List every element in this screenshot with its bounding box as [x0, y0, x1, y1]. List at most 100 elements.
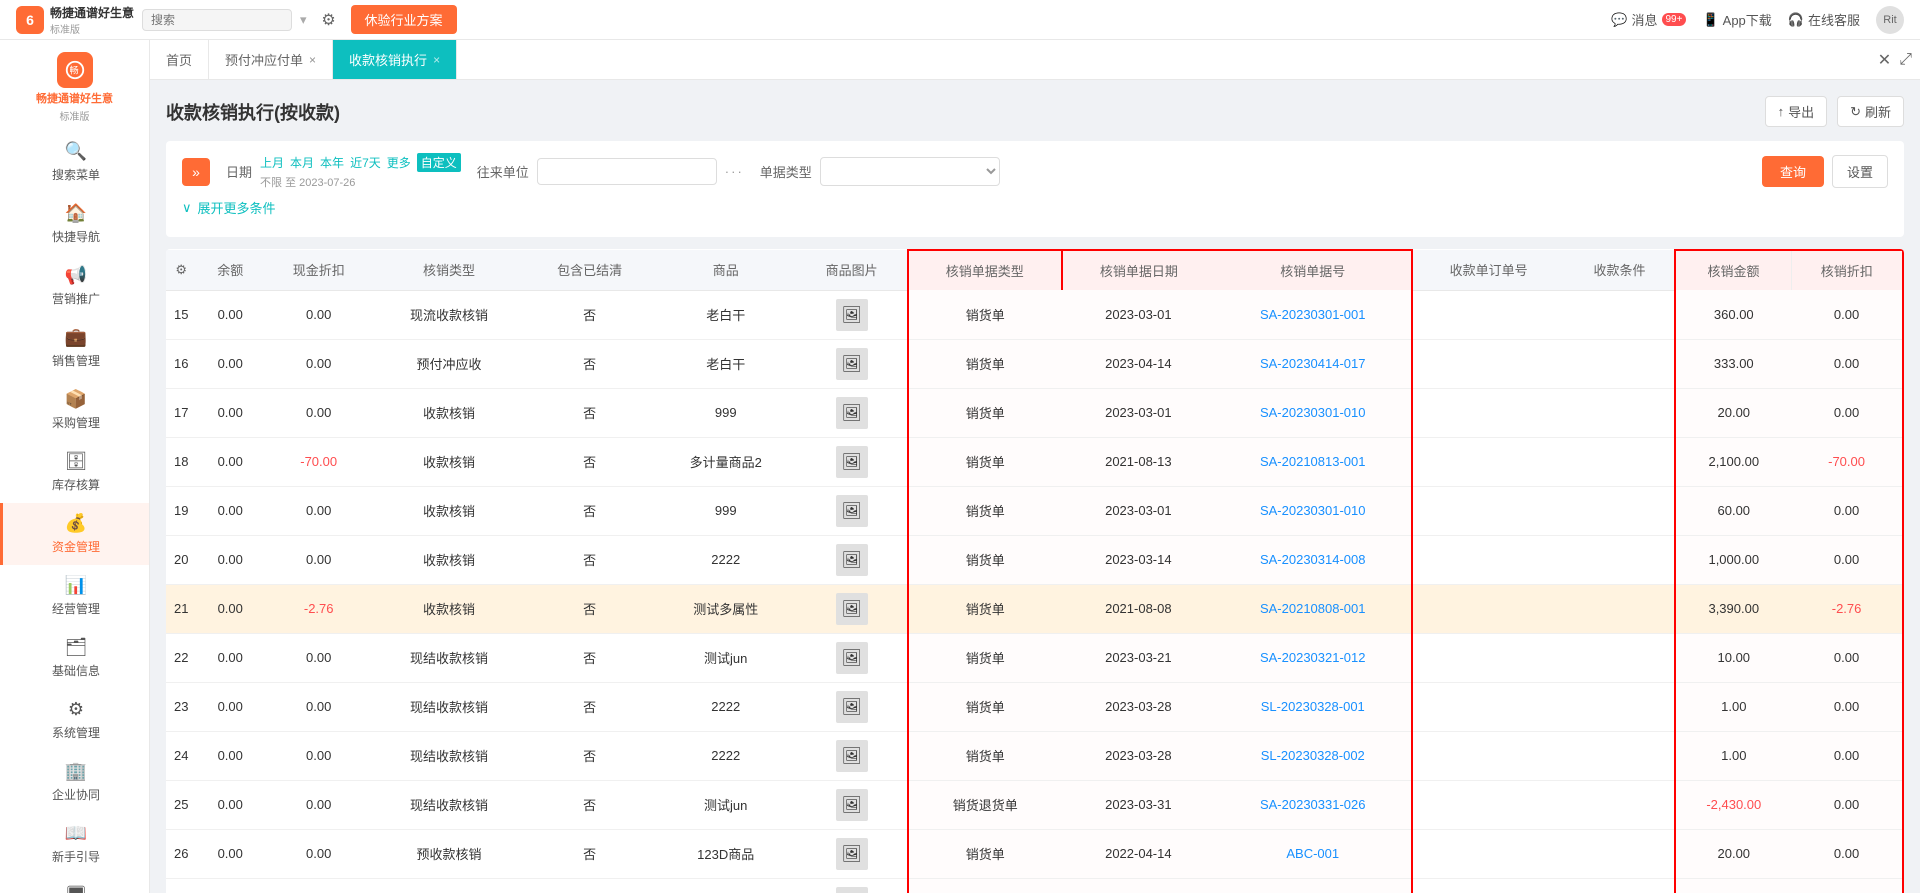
solution-button[interactable]: 休验行业方案 — [351, 5, 457, 34]
doc-no-link[interactable]: SA-20230301-001 — [1260, 307, 1366, 322]
doc-type-cell: 销货单 — [908, 682, 1062, 731]
sidebar-item-hardware[interactable]: 🖥 智能硬件 — [0, 875, 149, 893]
doc-no-link[interactable]: SL-20230328-001 — [1261, 699, 1365, 714]
tab-close-button[interactable]: ✕ — [1878, 50, 1891, 70]
svg-text:畅: 畅 — [69, 65, 78, 76]
date-more[interactable]: 更多 — [387, 154, 411, 171]
brand-icon: 6 — [16, 6, 44, 34]
page-header: 收款核销执行(按收款) ↑ 导出 ↻ 刷新 — [166, 96, 1904, 127]
doc-date-cell: 2023-03-21 — [1062, 633, 1215, 682]
doc-no-link[interactable]: SA-20230301-010 — [1260, 405, 1366, 420]
doc-no-cell[interactable]: SA-20230414-017 — [1215, 339, 1412, 388]
date-custom[interactable]: 自定义 — [417, 153, 461, 172]
table-row: 270.000.00现结收款核销否衣服00001🖼销货单2023-04-08SL… — [166, 878, 1903, 893]
tab-prepay[interactable]: 预付冲应付单 × — [209, 40, 333, 79]
doc-date-cell: 2021-08-08 — [1062, 584, 1215, 633]
doc-no-link[interactable]: SA-20230301-010 — [1260, 503, 1366, 518]
sidebar-item-guide[interactable]: 📖 新手引导 — [0, 813, 149, 875]
source-filter-group: 往来单位 ··· — [477, 158, 744, 185]
doc-no-cell[interactable]: SL-20230328-002 — [1215, 731, 1412, 780]
date-7days[interactable]: 近7天 — [350, 154, 381, 171]
source-input[interactable] — [537, 158, 717, 185]
query-button[interactable]: 查询 — [1762, 156, 1824, 187]
date-this-month[interactable]: 本月 — [290, 154, 314, 171]
doc-type-cell: 销货单 — [908, 829, 1062, 878]
doc-no-link[interactable]: SL-20230328-002 — [1261, 748, 1365, 763]
sidebar-item-system[interactable]: ⚙ 系统管理 — [0, 689, 149, 751]
tab-home[interactable]: 首页 — [150, 40, 209, 79]
product-image-cell: 🖼 — [797, 633, 908, 682]
doc-no-link[interactable]: SA-20230321-012 — [1260, 650, 1366, 665]
doc-no-cell[interactable]: SA-20230301-001 — [1215, 290, 1412, 339]
doc-no-cell[interactable]: SL-20230408-001 — [1215, 878, 1412, 893]
sidebar-item-quicknav[interactable]: 🏠 快捷导航 — [0, 193, 149, 255]
filter-row: » 日期 上月 本月 本年 近7天 更多 自定义 — [182, 153, 1888, 190]
doc-no-link[interactable]: SA-20210813-001 — [1260, 454, 1366, 469]
product-image-cell: 🖼 — [797, 437, 908, 486]
date-last-month[interactable]: 上月 — [260, 154, 284, 171]
doc-no-link[interactable]: ABC-001 — [1286, 846, 1339, 861]
tab-receipt-close[interactable]: × — [433, 53, 440, 67]
sidebar-item-search[interactable]: 🔍 搜索菜单 — [0, 131, 149, 193]
date-this-year[interactable]: 本年 — [320, 154, 344, 171]
doc-no-cell[interactable]: SA-20230331-026 — [1215, 780, 1412, 829]
doc-date-cell: 2023-03-01 — [1062, 486, 1215, 535]
doc-no-link[interactable]: SA-20210808-001 — [1260, 601, 1366, 616]
amount-cell: -2,430.00 — [1675, 780, 1791, 829]
top-bar: 6 畅捷通谱好生意 标准版 ▾ ⚙ 休验行业方案 💬 消息 99+ 📱 App下… — [0, 0, 1920, 40]
tab-expand-button[interactable]: ⤢ — [1899, 51, 1912, 69]
doc-no-cell[interactable]: SA-20230301-010 — [1215, 388, 1412, 437]
doc-date-cell: 2023-03-01 — [1062, 290, 1215, 339]
refresh-button[interactable]: ↻ 刷新 — [1837, 96, 1904, 127]
online-service-action[interactable]: 🎧 在线客服 — [1788, 10, 1860, 29]
app-download-action[interactable]: 📱 App下载 — [1702, 10, 1771, 29]
doc-no-link[interactable]: SA-20230314-008 — [1260, 552, 1366, 567]
sidebar-item-basic[interactable]: 🗂 基础信息 — [0, 627, 149, 689]
page-title: 收款核销执行(按收款) — [166, 99, 340, 125]
doc-no-cell[interactable]: SA-20230321-012 — [1215, 633, 1412, 682]
export-icon: ↑ — [1778, 104, 1785, 119]
table-body: 150.000.00现流收款核销否老白干🖼销货单2023-03-01SA-202… — [166, 290, 1903, 893]
doc-no-cell[interactable]: SA-20230301-010 — [1215, 486, 1412, 535]
product-image-cell: 🖼 — [797, 780, 908, 829]
doc-no-cell[interactable]: SA-20230314-008 — [1215, 535, 1412, 584]
discount-cell: 0.00 — [1791, 535, 1903, 584]
discount-cell: 0.00 — [1791, 486, 1903, 535]
sidebar-item-inventory[interactable]: 🗄 库存核算 — [0, 441, 149, 503]
doc-no-link[interactable]: SA-20230331-026 — [1260, 797, 1366, 812]
gear-button[interactable]: ⚙ — [315, 6, 343, 34]
table-row: 170.000.00收款核销否999🖼销货单2023-03-01SA-20230… — [166, 388, 1903, 437]
sidebar-item-sales[interactable]: 💼 销售管理 — [0, 317, 149, 379]
filter-expand-button[interactable]: » — [182, 158, 210, 186]
type-select[interactable] — [820, 157, 1000, 186]
doc-type-cell: 销货单 — [908, 339, 1062, 388]
discount-cell: 0.00 — [1791, 290, 1903, 339]
page-content: 收款核销执行(按收款) ↑ 导出 ↻ 刷新 » 日期 — [150, 80, 1920, 893]
sidebar-item-finance[interactable]: 💰 资金管理 — [0, 503, 149, 565]
search-input[interactable] — [142, 9, 292, 31]
discount-cell: -70.00 — [1791, 437, 1903, 486]
doc-no-cell[interactable]: ABC-001 — [1215, 829, 1412, 878]
source-dots[interactable]: ··· — [725, 164, 744, 179]
tab-prepay-close[interactable]: × — [309, 53, 316, 67]
sidebar-item-operations[interactable]: 📊 经营管理 — [0, 565, 149, 627]
sidebar-item-enterprise[interactable]: 🏢 企业协同 — [0, 751, 149, 813]
doc-no-cell[interactable]: SA-20210813-001 — [1215, 437, 1412, 486]
export-button[interactable]: ↑ 导出 — [1765, 96, 1828, 127]
filter-dates: 上月 本月 本年 近7天 更多 自定义 不限 至 2023-07-26 — [260, 153, 461, 190]
th-settings[interactable]: ⚙ — [166, 250, 196, 290]
expand-conditions-row: ∨ 展开更多条件 — [182, 198, 1888, 217]
filter-bar: » 日期 上月 本月 本年 近7天 更多 自定义 — [166, 141, 1904, 237]
th-verify-doc-no: 核销单据号 — [1215, 250, 1412, 290]
doc-no-cell[interactable]: SA-20210808-001 — [1215, 584, 1412, 633]
doc-no-link[interactable]: SA-20230414-017 — [1260, 356, 1366, 371]
setting-button[interactable]: 设置 — [1832, 155, 1888, 188]
doc-date-cell: 2023-04-08 — [1062, 878, 1215, 893]
message-action[interactable]: 💬 消息 99+ — [1611, 10, 1686, 29]
user-menu[interactable]: Rit — [1876, 6, 1904, 34]
expand-conditions-btn[interactable]: ∨ 展开更多条件 — [182, 198, 1888, 217]
tab-receipt[interactable]: 收款核销执行 × — [333, 40, 457, 79]
doc-no-cell[interactable]: SL-20230328-001 — [1215, 682, 1412, 731]
sidebar-item-marketing[interactable]: 📢 营销推广 — [0, 255, 149, 317]
sidebar-item-purchase[interactable]: 📦 采购管理 — [0, 379, 149, 441]
